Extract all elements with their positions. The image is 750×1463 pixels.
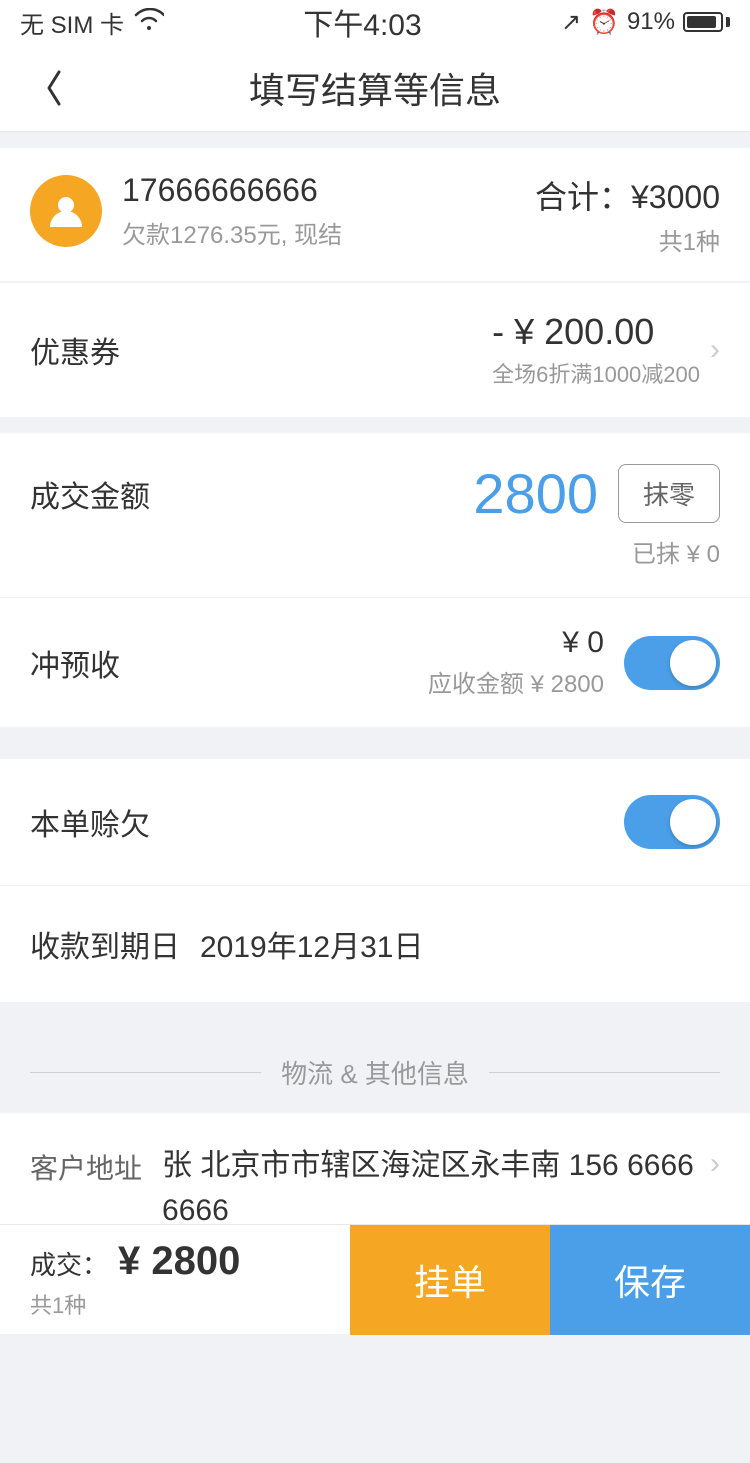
back-button[interactable] <box>30 63 80 113</box>
prepay-right: ¥ 0 应收金额 ¥ 2800 <box>428 626 720 699</box>
debit-row: 本单赊欠 <box>0 759 750 885</box>
deal-sub: 已抹 ¥ 0 <box>30 534 720 569</box>
bottom-summary: 成交： ¥ 2800 共1种 <box>0 1239 350 1320</box>
deal-row: 成交金额 2800 抹零 <box>30 461 720 526</box>
customer-right: 合计：¥3000 共1种 <box>535 172 720 257</box>
customer-left: 17666666666 欠款1276.35元, 现结 <box>30 172 342 250</box>
status-left: 无 SIM 卡 <box>20 5 164 40</box>
toggle-circle <box>670 640 716 686</box>
prepay-label: 冲预收 <box>30 641 120 685</box>
customer-section: 17666666666 欠款1276.35元, 现结 合计：¥3000 共1种 <box>0 148 750 281</box>
address-label: 客户地址 <box>30 1143 142 1187</box>
prepay-row: 冲预收 ¥ 0 应收金额 ¥ 2800 <box>0 597 750 727</box>
bottom-deal-row: 成交： ¥ 2800 <box>30 1239 320 1284</box>
total-amount: 合计：¥3000 <box>535 172 720 218</box>
coupon-arrow-icon: › <box>710 333 720 367</box>
prepay-toggle[interactable] <box>624 636 720 690</box>
save-button[interactable]: 保存 <box>550 1225 750 1335</box>
section-divider-3 <box>0 1002 750 1018</box>
status-right: ↗ ⏰ 91% <box>561 8 730 37</box>
alarm-icon: ⏰ <box>589 8 619 37</box>
coupon-label: 优惠券 <box>30 328 120 372</box>
round-zero-button[interactable]: 抹零 <box>618 464 720 523</box>
coupon-value-block: - ¥ 200.00 全场6折满1000减200 <box>492 311 700 389</box>
coupon-row[interactable]: 优惠券 - ¥ 200.00 全场6折满1000减200 › <box>0 283 750 417</box>
section-divider-1 <box>0 417 750 433</box>
coupon-discount: - ¥ 200.00 <box>492 311 700 353</box>
duedate-row: 收款到期日 2019年12月31日 <box>0 885 750 1002</box>
prepay-amount-block: ¥ 0 应收金额 ¥ 2800 <box>428 626 604 699</box>
customer-phone: 17666666666 <box>122 172 342 209</box>
duedate-label: 收款到期日 <box>30 922 180 966</box>
duedate-value: 2019年12月31日 <box>200 922 423 966</box>
coupon-desc: 全场6折满1000减200 <box>492 357 700 389</box>
logistics-label: 物流 & 其他信息 <box>281 1054 469 1091</box>
wifi-icon <box>134 8 164 37</box>
location-icon: ↗ <box>561 8 581 37</box>
debit-toggle[interactable] <box>624 795 720 849</box>
deal-section: 成交金额 2800 抹零 已抹 ¥ 0 <box>0 433 750 597</box>
sim-label: 无 SIM 卡 <box>20 5 124 40</box>
section-divider-2 <box>0 727 750 743</box>
battery-percent: 91% <box>627 8 675 36</box>
total-count: 共1种 <box>535 222 720 257</box>
deal-right: 2800 抹零 <box>473 461 720 526</box>
bottom-deal-amount: ¥ 2800 <box>118 1239 240 1284</box>
divider-line-left <box>30 1072 261 1073</box>
logistics-divider: 物流 & 其他信息 <box>0 1034 750 1111</box>
debit-toggle-circle <box>670 799 716 845</box>
bottom-deal-label: 成交： <box>30 1245 108 1282</box>
battery-icon <box>683 12 730 32</box>
coupon-right: - ¥ 200.00 全场6折满1000减200 › <box>492 311 720 389</box>
prepay-amount: ¥ 0 <box>428 626 604 660</box>
customer-sub: 欠款1276.35元, 现结 <box>122 215 342 250</box>
avatar <box>30 175 102 247</box>
bottom-bar: 成交： ¥ 2800 共1种 挂单 保存 <box>0 1224 750 1334</box>
deal-amount: 2800 <box>473 461 598 526</box>
divider-line-right <box>489 1072 720 1073</box>
bottom-count: 共1种 <box>30 1288 320 1320</box>
nav-bar: 填写结算等信息 <box>0 44 750 132</box>
debit-label: 本单赊欠 <box>30 800 150 844</box>
status-time: 下午4:03 <box>303 0 421 44</box>
customer-info: 17666666666 欠款1276.35元, 现结 <box>122 172 342 250</box>
status-bar: 无 SIM 卡 下午4:03 ↗ ⏰ 91% <box>0 0 750 44</box>
address-arrow-icon: › <box>710 1143 720 1181</box>
address-value: 张 北京市市辖区海淀区永丰南 156 6666 6666 <box>162 1143 710 1233</box>
hang-button[interactable]: 挂单 <box>350 1225 550 1335</box>
prepay-sub: 应收金额 ¥ 2800 <box>428 664 604 699</box>
page-title: 填写结算等信息 <box>80 62 670 114</box>
deal-label: 成交金额 <box>30 472 150 516</box>
